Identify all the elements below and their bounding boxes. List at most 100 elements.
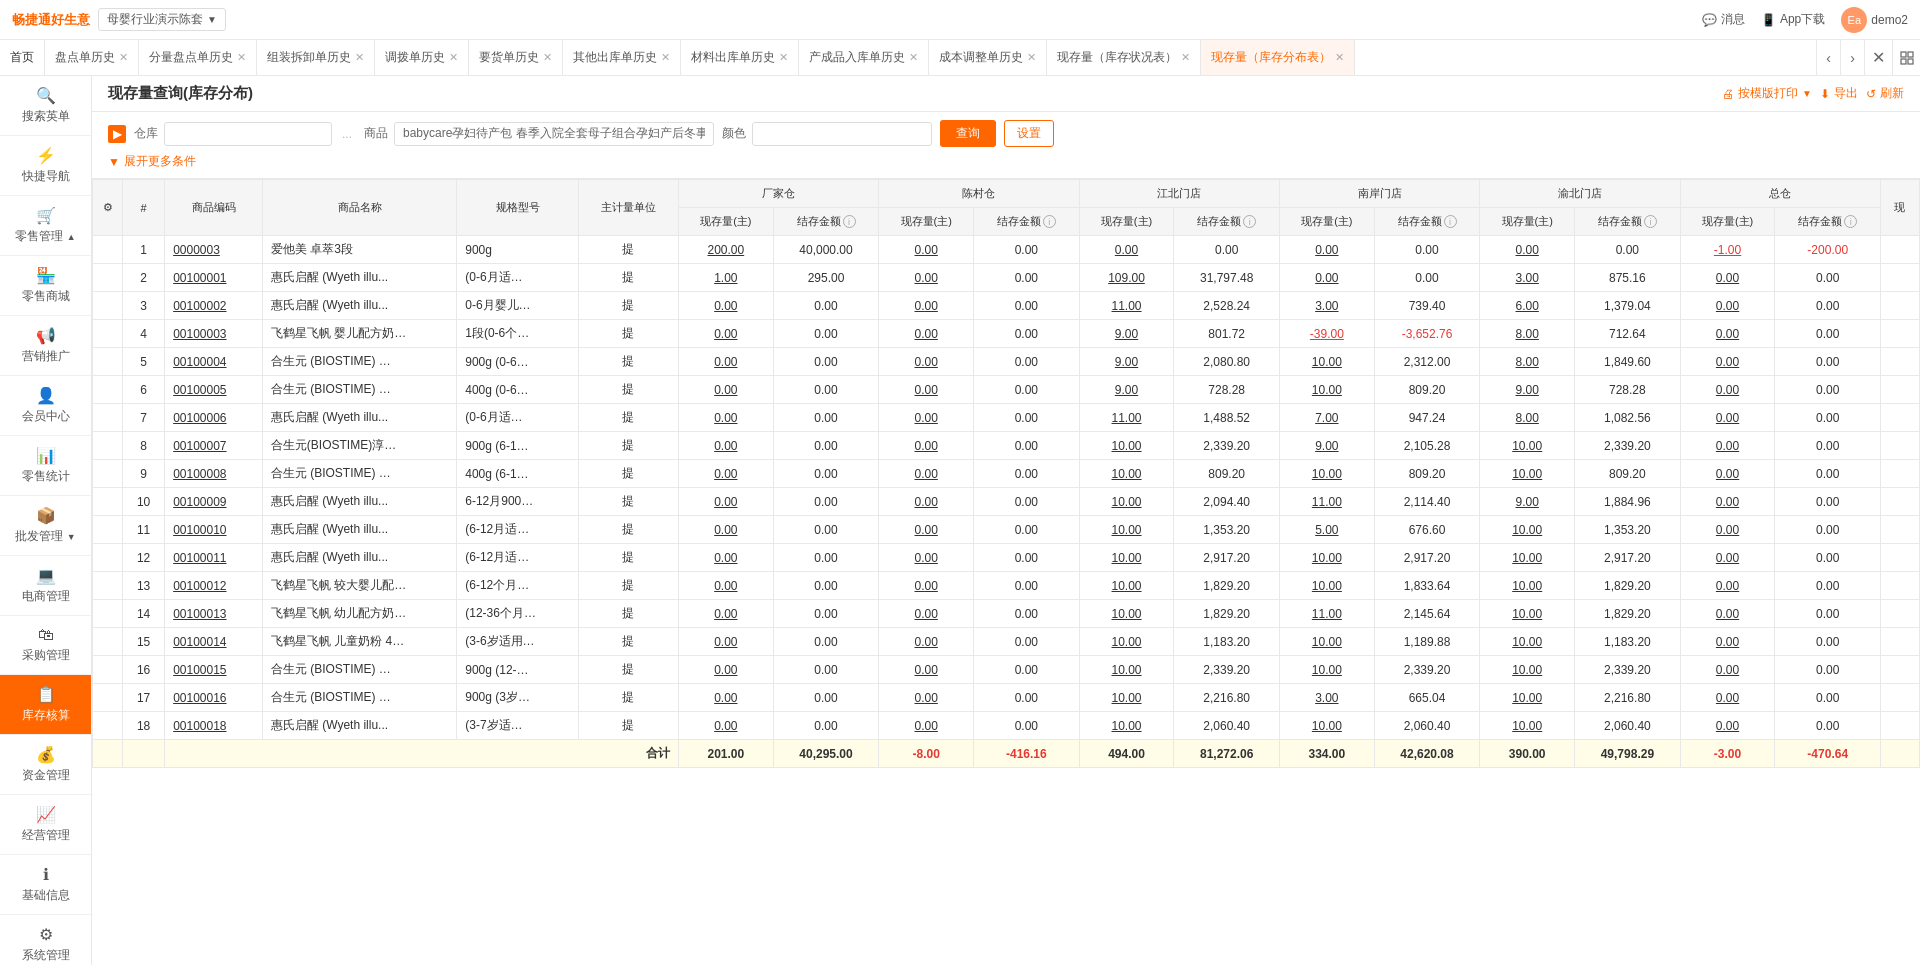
cell-factory-stock[interactable]: 0.00 — [678, 320, 773, 348]
cell-total-stock[interactable]: 0.00 — [1680, 460, 1775, 488]
cell-factory-stock[interactable]: 0.00 — [678, 376, 773, 404]
tab-close-icon[interactable]: ✕ — [449, 51, 458, 64]
cell-nanan-stock[interactable]: 10.00 — [1279, 348, 1374, 376]
cell-jiangbei-stock[interactable]: 10.00 — [1079, 712, 1174, 740]
goods-input[interactable] — [394, 122, 714, 146]
cell-nanan-stock[interactable]: 10.00 — [1279, 712, 1374, 740]
cell-factory-stock[interactable]: 0.00 — [678, 404, 773, 432]
cell-code[interactable]: 00100015 — [165, 656, 263, 684]
nav-prev-btn[interactable]: ‹ — [1816, 40, 1840, 76]
cell-yubei-stock[interactable]: 8.00 — [1480, 348, 1575, 376]
cell-chenpu-stock[interactable]: 0.00 — [879, 628, 974, 656]
search-btn[interactable]: 查询 — [940, 120, 996, 147]
setting-btn[interactable]: 设置 — [1004, 120, 1054, 147]
cell-nanan-stock[interactable]: 11.00 — [1279, 600, 1374, 628]
cell-factory-stock[interactable]: 0.00 — [678, 516, 773, 544]
cell-code[interactable]: 00100006 — [165, 404, 263, 432]
tab-home[interactable]: 首页 — [0, 40, 45, 76]
filter-toggle-btn[interactable]: ▶ — [108, 125, 126, 143]
tab-close-icon[interactable]: ✕ — [237, 51, 246, 64]
cell-jiangbei-stock[interactable]: 11.00 — [1079, 292, 1174, 320]
sidebar-item-wholesale[interactable]: 📦 批发管理 ▼ — [0, 496, 91, 556]
cell-nanan-stock[interactable]: 3.00 — [1279, 292, 1374, 320]
cell-total-stock[interactable]: 0.00 — [1680, 544, 1775, 572]
cell-jiangbei-stock[interactable]: 9.00 — [1079, 320, 1174, 348]
cell-code[interactable]: 00100011 — [165, 544, 263, 572]
info-icon[interactable]: i — [1644, 215, 1657, 228]
app-download-btn[interactable]: 📱 App下载 — [1761, 11, 1825, 28]
sidebar-item-retail[interactable]: 🛒 零售管理 ▲ — [0, 196, 91, 256]
nav-close-all-btn[interactable]: ✕ — [1864, 40, 1892, 76]
sidebar-item-base[interactable]: ℹ 基础信息 — [0, 855, 91, 915]
nav-next-btn[interactable]: › — [1840, 40, 1864, 76]
cell-chenpu-stock[interactable]: 0.00 — [879, 348, 974, 376]
cell-yubei-stock[interactable]: 8.00 — [1480, 320, 1575, 348]
cell-nanan-stock[interactable]: 10.00 — [1279, 376, 1374, 404]
cell-nanan-stock[interactable]: 9.00 — [1279, 432, 1374, 460]
cell-total-stock[interactable]: 0.00 — [1680, 628, 1775, 656]
cell-code[interactable]: 00100008 — [165, 460, 263, 488]
sidebar-item-quicknav[interactable]: ⚡ 快捷导航 — [0, 136, 91, 196]
cell-nanan-stock[interactable]: 3.00 — [1279, 684, 1374, 712]
cell-yubei-stock[interactable]: 10.00 — [1480, 684, 1575, 712]
cell-factory-stock[interactable]: 0.00 — [678, 684, 773, 712]
cell-nanan-stock[interactable]: 10.00 — [1279, 572, 1374, 600]
info-icon[interactable]: i — [843, 215, 856, 228]
cell-total-stock[interactable]: 0.00 — [1680, 376, 1775, 404]
info-icon[interactable]: i — [1043, 215, 1056, 228]
sidebar-item-ops[interactable]: 📈 经营管理 — [0, 795, 91, 855]
cell-yubei-stock[interactable]: 10.00 — [1480, 544, 1575, 572]
cell-jiangbei-stock[interactable]: 0.00 — [1079, 236, 1174, 264]
message-btn[interactable]: 💬 消息 — [1702, 11, 1745, 28]
cell-code[interactable]: 00100003 — [165, 320, 263, 348]
tab-close-icon[interactable]: ✕ — [779, 51, 788, 64]
cell-factory-stock[interactable]: 0.00 — [678, 712, 773, 740]
cell-yubei-stock[interactable]: 10.00 — [1480, 460, 1575, 488]
cell-chenpu-stock[interactable]: 0.00 — [879, 320, 974, 348]
cell-yubei-stock[interactable]: 10.00 — [1480, 432, 1575, 460]
cell-jiangbei-stock[interactable]: 10.00 — [1079, 460, 1174, 488]
cell-code[interactable]: 00100002 — [165, 292, 263, 320]
cell-yubei-stock[interactable]: 10.00 — [1480, 572, 1575, 600]
cell-total-stock[interactable]: 0.00 — [1680, 488, 1775, 516]
cell-total-stock[interactable]: 0.00 — [1680, 572, 1775, 600]
cell-jiangbei-stock[interactable]: 10.00 — [1079, 628, 1174, 656]
tab-close-icon[interactable]: ✕ — [1335, 51, 1344, 64]
print-btn[interactable]: 🖨 按模版打印 ▼ — [1722, 85, 1812, 102]
refresh-btn[interactable]: ↺ 刷新 — [1866, 85, 1904, 102]
cell-code[interactable]: 00100009 — [165, 488, 263, 516]
cell-jiangbei-stock[interactable]: 10.00 — [1079, 544, 1174, 572]
cell-factory-stock[interactable]: 0.00 — [678, 656, 773, 684]
cell-factory-stock[interactable]: 0.00 — [678, 628, 773, 656]
cell-code[interactable]: 00100005 — [165, 376, 263, 404]
tab-cost-adjust[interactable]: 成本调整单历史 ✕ — [929, 40, 1047, 76]
cell-chenpu-stock[interactable]: 0.00 — [879, 236, 974, 264]
cell-code[interactable]: 00100007 — [165, 432, 263, 460]
cell-total-stock[interactable]: 0.00 — [1680, 432, 1775, 460]
cell-chenpu-stock[interactable]: 0.00 — [879, 572, 974, 600]
cell-nanan-stock[interactable]: -39.00 — [1279, 320, 1374, 348]
cell-yubei-stock[interactable]: 10.00 — [1480, 712, 1575, 740]
cell-yubei-stock[interactable]: 10.00 — [1480, 656, 1575, 684]
cell-jiangbei-stock[interactable]: 10.00 — [1079, 600, 1174, 628]
tab-combo-dismantle[interactable]: 组装拆卸单历史 ✕ — [257, 40, 375, 76]
cell-jiangbei-stock[interactable]: 10.00 — [1079, 432, 1174, 460]
cell-chenpu-stock[interactable]: 0.00 — [879, 712, 974, 740]
cell-chenpu-stock[interactable]: 0.00 — [879, 292, 974, 320]
cell-factory-stock[interactable]: 0.00 — [678, 488, 773, 516]
cell-nanan-stock[interactable]: 10.00 — [1279, 460, 1374, 488]
sidebar-item-inventory[interactable]: 📋 库存核算 — [0, 675, 91, 735]
cell-factory-stock[interactable]: 0.00 — [678, 600, 773, 628]
cell-jiangbei-stock[interactable]: 10.00 — [1079, 572, 1174, 600]
cell-total-stock[interactable]: 0.00 — [1680, 348, 1775, 376]
sidebar-item-purchase[interactable]: 🛍 采购管理 — [0, 616, 91, 675]
cell-nanan-stock[interactable]: 10.00 — [1279, 628, 1374, 656]
cell-yubei-stock[interactable]: 3.00 — [1480, 264, 1575, 292]
cell-chenpu-stock[interactable]: 0.00 — [879, 376, 974, 404]
cell-factory-stock[interactable]: 0.00 — [678, 348, 773, 376]
cell-yubei-stock[interactable]: 9.00 — [1480, 376, 1575, 404]
tab-transfer[interactable]: 调拨单历史 ✕ — [375, 40, 469, 76]
tab-close-icon[interactable]: ✕ — [543, 51, 552, 64]
cell-code[interactable]: 00100004 — [165, 348, 263, 376]
cell-nanan-stock[interactable]: 0.00 — [1279, 236, 1374, 264]
